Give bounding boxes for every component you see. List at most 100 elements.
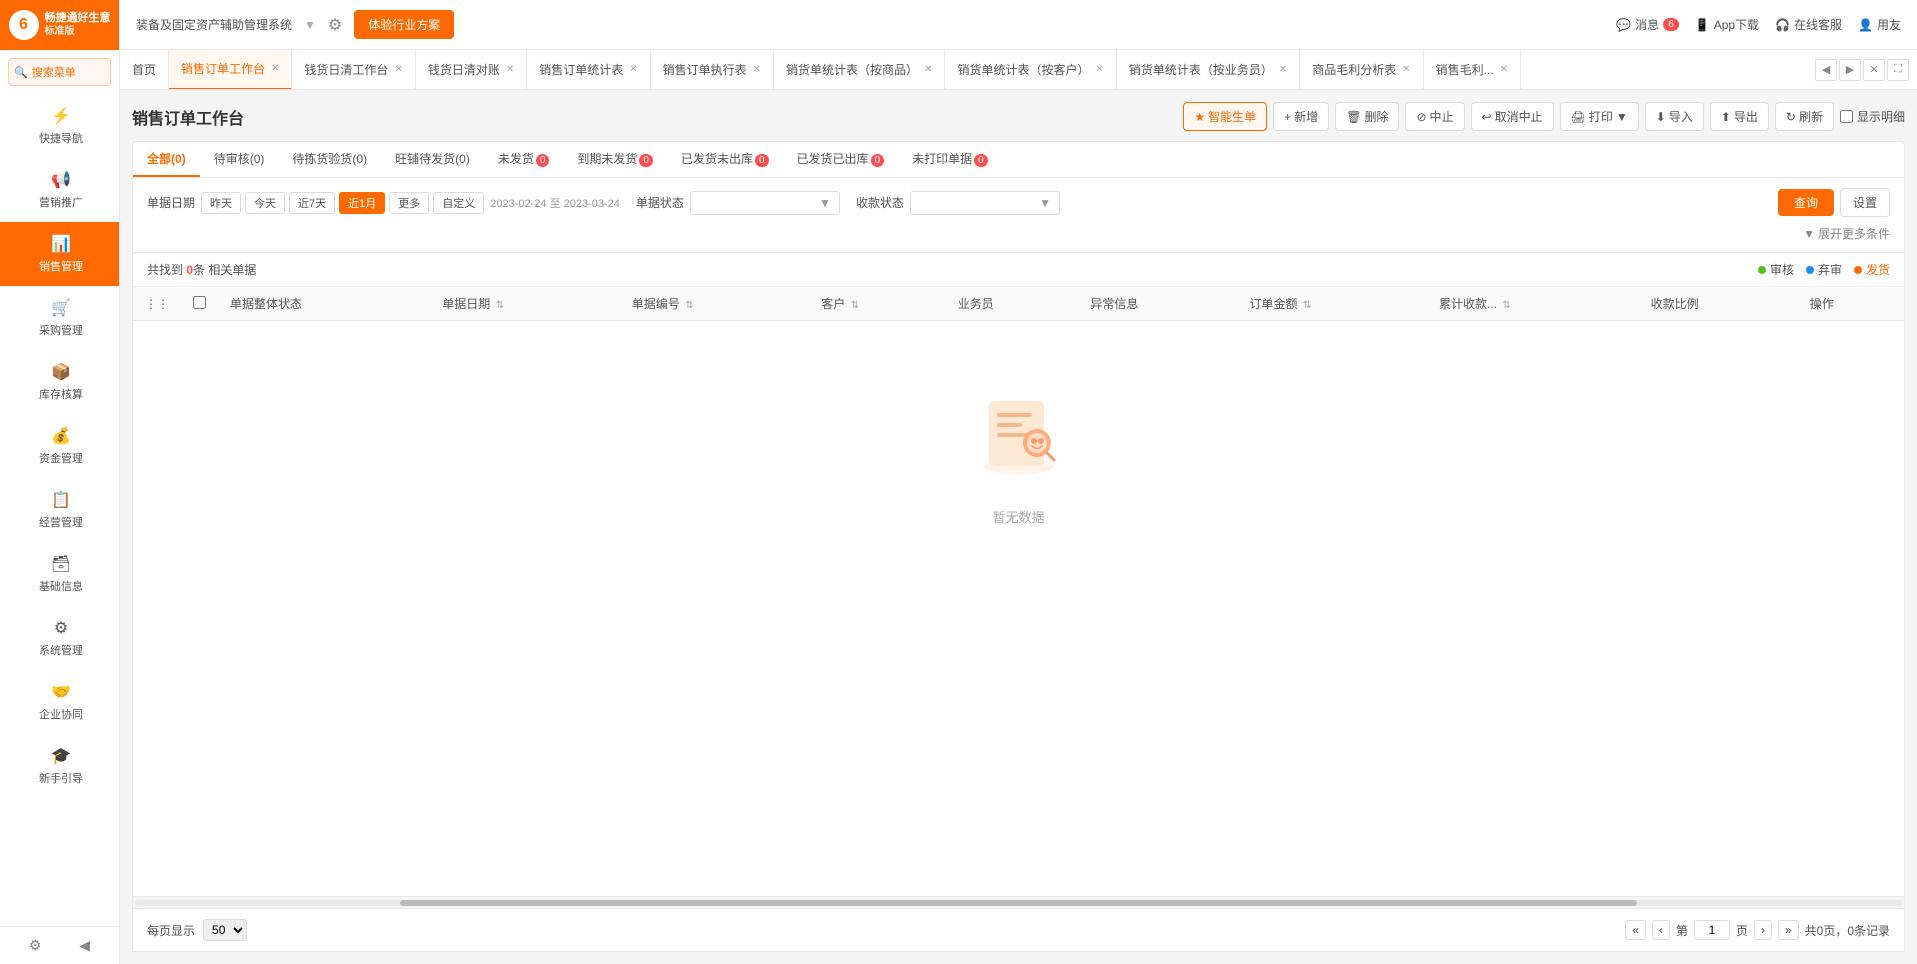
subtab-all[interactable]: 全部(0)	[133, 142, 200, 177]
tab-home[interactable]: 首页	[120, 50, 169, 90]
sidebar-item-finance[interactable]: 💰 资金管理	[0, 414, 119, 478]
show-detail-label[interactable]: 显示明细	[1840, 108, 1905, 125]
shipped-out-badge: 0	[871, 154, 885, 167]
subtab-overdue[interactable]: 到期未发货0	[563, 142, 667, 177]
subtab-not-printed[interactable]: 未打印单据0	[898, 142, 1002, 177]
date-btn-more[interactable]: 更多	[389, 192, 429, 214]
page-toolbar: ★ 智能生单 + 新增 🗑 删除 ⊘ 中止 ↩ 取消中止	[1183, 102, 1905, 131]
tab-sales-stat[interactable]: 销售订单统计表 ✕	[527, 50, 650, 90]
sidebar-item-quick-nav[interactable]: ⚡ 快捷导航	[0, 94, 119, 158]
search-menu-btn[interactable]: 🔍 搜索菜单	[8, 58, 111, 86]
export-btn[interactable]: ⬆ 导出	[1710, 102, 1769, 131]
tab-close-sales-stat[interactable]: ✕	[629, 64, 637, 75]
subtab-shipped-out[interactable]: 已发货已出库0	[783, 142, 899, 177]
th-salesperson[interactable]: 业务员	[946, 287, 1079, 321]
subtab-not-shipped[interactable]: 未发货0	[484, 142, 564, 177]
tab-sales-order[interactable]: 销售订单工作台 ✕	[169, 50, 292, 90]
th-customer[interactable]: 客户 ⇅	[809, 287, 945, 321]
first-page-btn[interactable]: «	[1625, 920, 1646, 940]
import-btn[interactable]: ⬇ 导入	[1645, 102, 1704, 131]
settings-icon[interactable]: ⚙	[328, 15, 342, 35]
tab-close-cash-daily[interactable]: ✕	[394, 64, 402, 75]
add-btn[interactable]: + 新增	[1273, 102, 1329, 131]
sidebar-item-cooperation[interactable]: 🤝 企业协同	[0, 670, 119, 734]
tab-close-sales-staff[interactable]: ✕	[1279, 64, 1287, 75]
review-action[interactable]: 审核	[1758, 261, 1794, 278]
sidebar-item-system[interactable]: ⚙ 系统管理	[0, 606, 119, 670]
prev-page-btn[interactable]: ‹	[1652, 920, 1670, 940]
table-scroll-container[interactable]: ⋮⋮ 单据整体状态 单据日期 ⇅	[133, 287, 1904, 896]
page-size-select[interactable]: 50	[203, 919, 247, 941]
sidebar-item-basic-info[interactable]: 🗃 基础信息	[0, 542, 119, 606]
online-service-btn[interactable]: 🎧 在线客服	[1775, 16, 1842, 33]
tab-profit[interactable]: 商品毛利分析表 ✕	[1300, 50, 1423, 90]
industry-btn[interactable]: 体验行业方案	[354, 10, 454, 39]
pagination: 每页显示 50 « ‹ 第 页 › » 共0页，0条记录	[133, 908, 1904, 951]
horizontal-scrollbar[interactable]	[133, 896, 1904, 908]
tab-close-profit[interactable]: ✕	[1402, 64, 1410, 75]
date-btn-custom[interactable]: 自定义	[433, 192, 484, 214]
tab-cash-daily[interactable]: 钱货日清工作台 ✕	[292, 50, 415, 90]
tab-close-sales-gross[interactable]: ✕	[1500, 64, 1508, 75]
payment-select[interactable]: ▼	[910, 191, 1060, 215]
sidebar-item-operations[interactable]: 📋 经营管理	[0, 478, 119, 542]
tab-sales-customer[interactable]: 销货单统计表（按客户） ✕	[945, 50, 1116, 90]
th-received[interactable]: 累计收款... ⇅	[1427, 287, 1639, 321]
tab-sales-exec[interactable]: 销售订单执行表 ✕	[651, 50, 774, 90]
tab-close-sales-exec[interactable]: ✕	[753, 64, 761, 75]
sidebar-item-purchase[interactable]: 🛒 采购管理	[0, 286, 119, 350]
smart-order-btn[interactable]: ★ 智能生单	[1183, 102, 1267, 131]
tab-maximize[interactable]: ⛶	[1887, 59, 1909, 81]
date-btn-today[interactable]: 今天	[245, 192, 285, 214]
add-icon: +	[1284, 110, 1291, 124]
tab-close-all[interactable]: ✕	[1863, 59, 1885, 81]
date-btn-1month[interactable]: 近1月	[339, 192, 385, 214]
th-date[interactable]: 单据日期 ⇅	[430, 287, 620, 321]
sidebar-item-guide[interactable]: 🎓 新手引导	[0, 734, 119, 798]
tab-close-sales-customer[interactable]: ✕	[1095, 64, 1103, 75]
scrollbar-thumb[interactable]	[400, 900, 1637, 906]
select-all-checkbox[interactable]	[193, 296, 206, 309]
status-select[interactable]: ▼	[690, 191, 840, 215]
subtab-pending[interactable]: 待审核(0)	[200, 142, 279, 177]
tab-sales-staff[interactable]: 销货单统计表（按业务员） ✕	[1117, 50, 1300, 90]
sidebar-item-marketing[interactable]: 📢 营销推广	[0, 158, 119, 222]
show-detail-checkbox[interactable]	[1840, 110, 1853, 123]
user-btn[interactable]: 👤 用友	[1858, 16, 1901, 33]
settings-bottom-btn[interactable]: ⚙	[29, 937, 42, 954]
tab-sales-product[interactable]: 销货单统计表（按商品） ✕	[774, 50, 945, 90]
page-input[interactable]	[1694, 920, 1730, 940]
stop-btn[interactable]: ⊘ 中止	[1405, 102, 1464, 131]
th-checkbox[interactable]	[181, 287, 218, 321]
th-amount[interactable]: 订单金额 ⇅	[1238, 287, 1428, 321]
refresh-btn[interactable]: ↻ 刷新	[1775, 102, 1834, 131]
message-btn[interactable]: 💬 消息 6	[1616, 16, 1679, 33]
tab-close-sales-order[interactable]: ✕	[271, 63, 279, 74]
cancel-stop-btn[interactable]: ↩ 取消中止	[1471, 102, 1554, 131]
set-btn[interactable]: 设置	[1840, 188, 1890, 217]
print-btn[interactable]: 🖨 打印 ▼	[1560, 102, 1639, 131]
date-btn-yesterday[interactable]: 昨天	[201, 192, 241, 214]
app-download-btn[interactable]: 📱 App下载	[1695, 16, 1759, 33]
collapse-btn[interactable]: ◀	[79, 937, 90, 954]
sidebar-item-inventory[interactable]: 📦 库存核算	[0, 350, 119, 414]
tab-close-sales-product[interactable]: ✕	[924, 64, 932, 75]
date-btn-7days[interactable]: 近7天	[289, 192, 335, 214]
sidebar-item-sales[interactable]: 📊 销售管理	[0, 222, 119, 286]
cancel-review-action[interactable]: 弃审	[1806, 261, 1842, 278]
last-page-btn[interactable]: »	[1778, 920, 1799, 940]
tab-close-cash-reconcile[interactable]: ✕	[506, 64, 514, 75]
delete-btn[interactable]: 🗑 删除	[1335, 102, 1399, 131]
subtab-pending-inspect[interactable]: 待拣货验货(0)	[278, 142, 381, 177]
tab-scroll-right[interactable]: ▶	[1839, 59, 1861, 81]
ship-action[interactable]: 发货	[1854, 261, 1890, 278]
th-number[interactable]: 单据编号 ⇅	[620, 287, 810, 321]
subtab-shipped-not-out[interactable]: 已发货未出库0	[667, 142, 783, 177]
query-btn[interactable]: 查询	[1778, 189, 1834, 216]
next-page-btn[interactable]: ›	[1754, 920, 1772, 940]
expand-btn[interactable]: ▼ 展开更多条件	[1803, 225, 1890, 242]
tab-sales-gross[interactable]: 销售毛利... ✕	[1424, 50, 1521, 90]
tab-scroll-left[interactable]: ◀	[1815, 59, 1837, 81]
subtab-wangpu[interactable]: 旺铺待发货(0)	[381, 142, 484, 177]
tab-cash-reconcile[interactable]: 钱货日清对账 ✕	[416, 50, 527, 90]
